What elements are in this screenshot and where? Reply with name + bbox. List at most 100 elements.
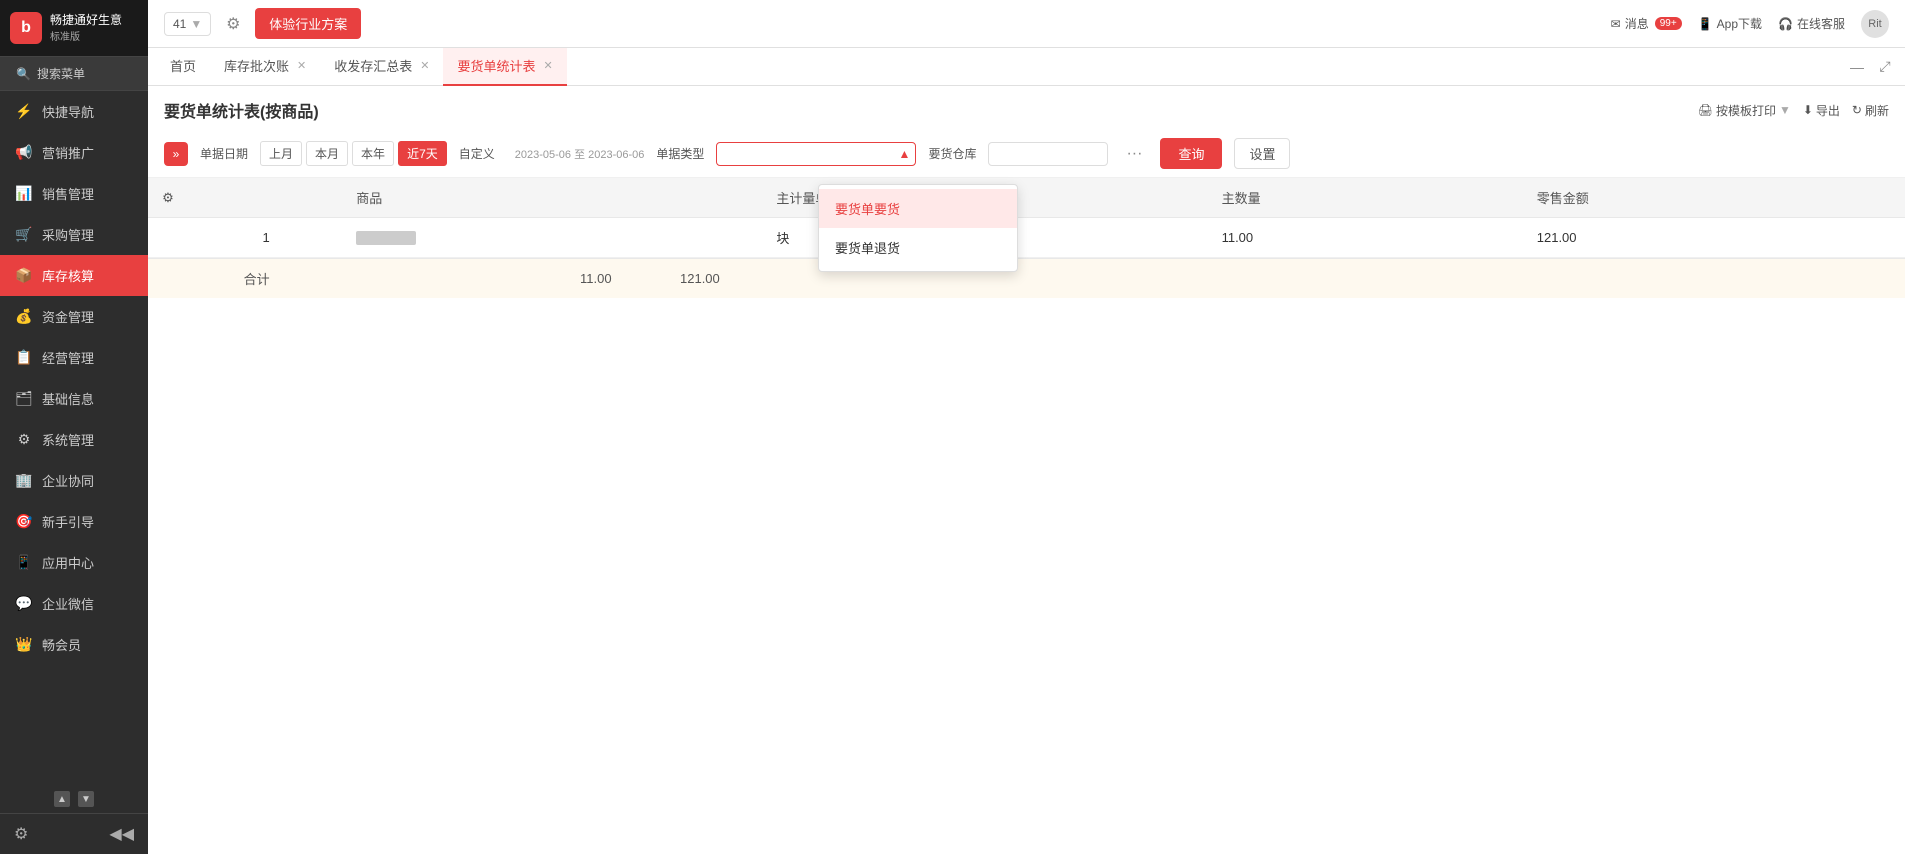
basic-icon: 🗂 xyxy=(14,390,34,407)
system-icon: ⚙ xyxy=(14,431,34,448)
tab-order-stats[interactable]: 要货单统计表 ✕ xyxy=(443,48,566,86)
sidebar-item-apps[interactable]: 📱 应用中心 xyxy=(0,542,148,583)
dropdown-item-require-order[interactable]: 要货单要货 xyxy=(819,189,1017,228)
th-product: 商品 xyxy=(344,178,764,218)
order-type-select[interactable]: 要货单要货 要货单退货 xyxy=(716,142,916,166)
sidebar-search[interactable]: 🔍 搜索菜单 xyxy=(0,57,148,91)
sidebar-item-enterprise[interactable]: 🏢 企业协同 xyxy=(0,460,148,501)
tab-receivables-summary[interactable]: 收发存汇总表 ✕ xyxy=(320,48,443,86)
tab-close-inventory-batch[interactable]: ✕ xyxy=(297,59,306,72)
sidebar-scroll-down[interactable]: ▼ xyxy=(78,791,94,807)
export-label: 导出 xyxy=(1816,102,1840,119)
warehouse-label: 要货仓库 xyxy=(928,145,976,162)
sidebar-logo: b 畅捷通好生意 标准版 xyxy=(0,0,148,57)
topbar-gear-button[interactable]: ⚙ xyxy=(219,10,247,38)
table-header-row: ⚙ 商品 主计量单位 主数量 零售金额 xyxy=(148,178,1905,218)
wechat-icon: 💬 xyxy=(14,595,34,612)
topbar: 41 ▼ ⚙ 体验行业方案 ✉ 消息 99+ 📱 App下载 🎧 在线客服 Ri… xyxy=(148,0,1905,48)
custom-date-btn[interactable]: 自定义 xyxy=(451,142,503,165)
warehouse-select[interactable] xyxy=(988,142,1108,166)
tab-close-receivables[interactable]: ✕ xyxy=(420,59,429,72)
sidebar-item-member[interactable]: 👑 畅会员 xyxy=(0,624,148,665)
messages-button[interactable]: ✉ 消息 99+ xyxy=(1611,15,1682,32)
th-settings[interactable]: ⚙ xyxy=(148,178,188,218)
app-download-button[interactable]: 📱 App下载 xyxy=(1698,15,1762,32)
refresh-icon: ↻ xyxy=(1852,103,1862,117)
sidebar-item-purchase[interactable]: 🛒 采购管理 xyxy=(0,214,148,255)
qty-value: 11.00 xyxy=(1222,230,1254,245)
export-button[interactable]: ⬇ 导出 xyxy=(1803,102,1840,119)
last-7-days-btn[interactable]: 近7天 xyxy=(398,141,447,166)
td-product xyxy=(344,218,764,258)
sidebar-item-sales[interactable]: 📊 销售管理 xyxy=(0,173,148,214)
table-footer: 合计 11.00 121.00 xyxy=(148,258,1905,298)
sidebar-logo-text: 畅捷通好生意 标准版 xyxy=(50,13,122,44)
tab-home[interactable]: 首页 xyxy=(156,48,210,86)
this-month-btn[interactable]: 本月 xyxy=(306,141,348,166)
sidebar-item-label: 企业协同 xyxy=(42,471,94,490)
sidebar-item-label: 经营管理 xyxy=(42,348,94,367)
sidebar-settings-icon[interactable]: ⚙ xyxy=(14,824,28,844)
prev-month-btn[interactable]: 上月 xyxy=(260,141,302,166)
store-selector[interactable]: 41 ▼ xyxy=(164,12,211,36)
filter-expand-button[interactable]: » xyxy=(164,142,188,166)
order-type-wrapper: 要货单要货 要货单退货 ▲ xyxy=(716,142,916,166)
logo-char: b xyxy=(21,19,31,37)
tab-inventory-batch[interactable]: 库存批次账 ✕ xyxy=(210,48,320,86)
online-service-button[interactable]: 🎧 在线客服 xyxy=(1778,15,1845,32)
column-settings-icon: ⚙ xyxy=(162,190,174,205)
sidebar-item-quick-nav[interactable]: ⚡ 快捷导航 xyxy=(0,91,148,132)
warehouse-wrapper xyxy=(988,142,1108,166)
messages-badge: 99+ xyxy=(1655,17,1682,30)
sidebar-item-finance[interactable]: 💰 资金管理 xyxy=(0,296,148,337)
sidebar-item-system[interactable]: ⚙ 系统管理 xyxy=(0,419,148,460)
app-download-label: App下载 xyxy=(1717,15,1762,32)
filter-more-button[interactable]: ··· xyxy=(1120,143,1148,165)
finance-icon: 💰 xyxy=(14,308,34,325)
print-label: 按模板打印 xyxy=(1716,102,1776,119)
export-icon: ⬇ xyxy=(1803,103,1813,117)
td-index: 1 xyxy=(188,218,344,258)
sidebar-item-label: 销售管理 xyxy=(42,184,94,203)
tab-close-order-stats[interactable]: ✕ xyxy=(544,59,553,72)
tab-label: 库存批次账 xyxy=(224,56,289,75)
tab-label: 要货单统计表 xyxy=(457,56,535,75)
th-amount: 零售金额 xyxy=(1525,178,1905,218)
this-year-btn[interactable]: 本年 xyxy=(352,141,394,166)
sidebar-item-guide[interactable]: 🎯 新手引导 xyxy=(0,501,148,542)
avatar-text: Rit xyxy=(1868,18,1881,30)
sidebar-item-wechat[interactable]: 💬 企业微信 xyxy=(0,583,148,624)
print-icon: 🖨 xyxy=(1698,103,1713,117)
tab-expand-button[interactable]: ⤢ xyxy=(1873,55,1897,79)
brand-edition: 标准版 xyxy=(50,28,122,43)
td-qty: 11.00 xyxy=(1210,218,1525,258)
query-button[interactable]: 查询 xyxy=(1160,138,1222,169)
sidebar-item-inventory[interactable]: 📦 库存核算 xyxy=(0,255,148,296)
sidebar-item-basic[interactable]: 🗂 基础信息 xyxy=(0,378,148,419)
brand-name: 畅捷通好生意 xyxy=(50,13,122,29)
sidebar-collapse-icon[interactable]: ◀◀ xyxy=(109,824,134,844)
print-button[interactable]: 🖨 按模板打印 ▼ xyxy=(1698,102,1791,119)
sidebar-item-marketing[interactable]: 📢 营销推广 xyxy=(0,132,148,173)
date-range-display: 2023-05-06 至 2023-06-06 xyxy=(515,146,645,162)
trial-button[interactable]: 体验行业方案 xyxy=(255,8,361,39)
inventory-icon: 📦 xyxy=(14,267,34,284)
sidebar-scroll-up[interactable]: ▲ xyxy=(54,791,70,807)
settings-button[interactable]: 设置 xyxy=(1234,138,1290,169)
dropdown-item-return-order[interactable]: 要货单退货 xyxy=(819,228,1017,267)
message-icon: ✉ xyxy=(1611,17,1621,31)
purchase-icon: 🛒 xyxy=(14,226,34,243)
phone-icon: 📱 xyxy=(1698,17,1713,31)
sidebar-item-operations[interactable]: 📋 经营管理 xyxy=(0,337,148,378)
refresh-button[interactable]: ↻ 刷新 xyxy=(1852,102,1889,119)
footer-label-text: 合计 xyxy=(244,272,270,287)
sidebar-item-label: 系统管理 xyxy=(42,430,94,449)
tab-minimize-button[interactable]: — xyxy=(1845,55,1869,79)
chevron-down-icon: ▼ xyxy=(190,17,202,31)
date-label: 单据日期 xyxy=(200,145,248,162)
print-chevron-icon: ▼ xyxy=(1779,103,1791,117)
user-avatar[interactable]: Rit xyxy=(1861,10,1889,38)
td-amount: 121.00 xyxy=(1525,218,1905,258)
messages-label: 消息 xyxy=(1625,15,1649,32)
footer-values: 11.00 121.00 xyxy=(360,271,1893,286)
